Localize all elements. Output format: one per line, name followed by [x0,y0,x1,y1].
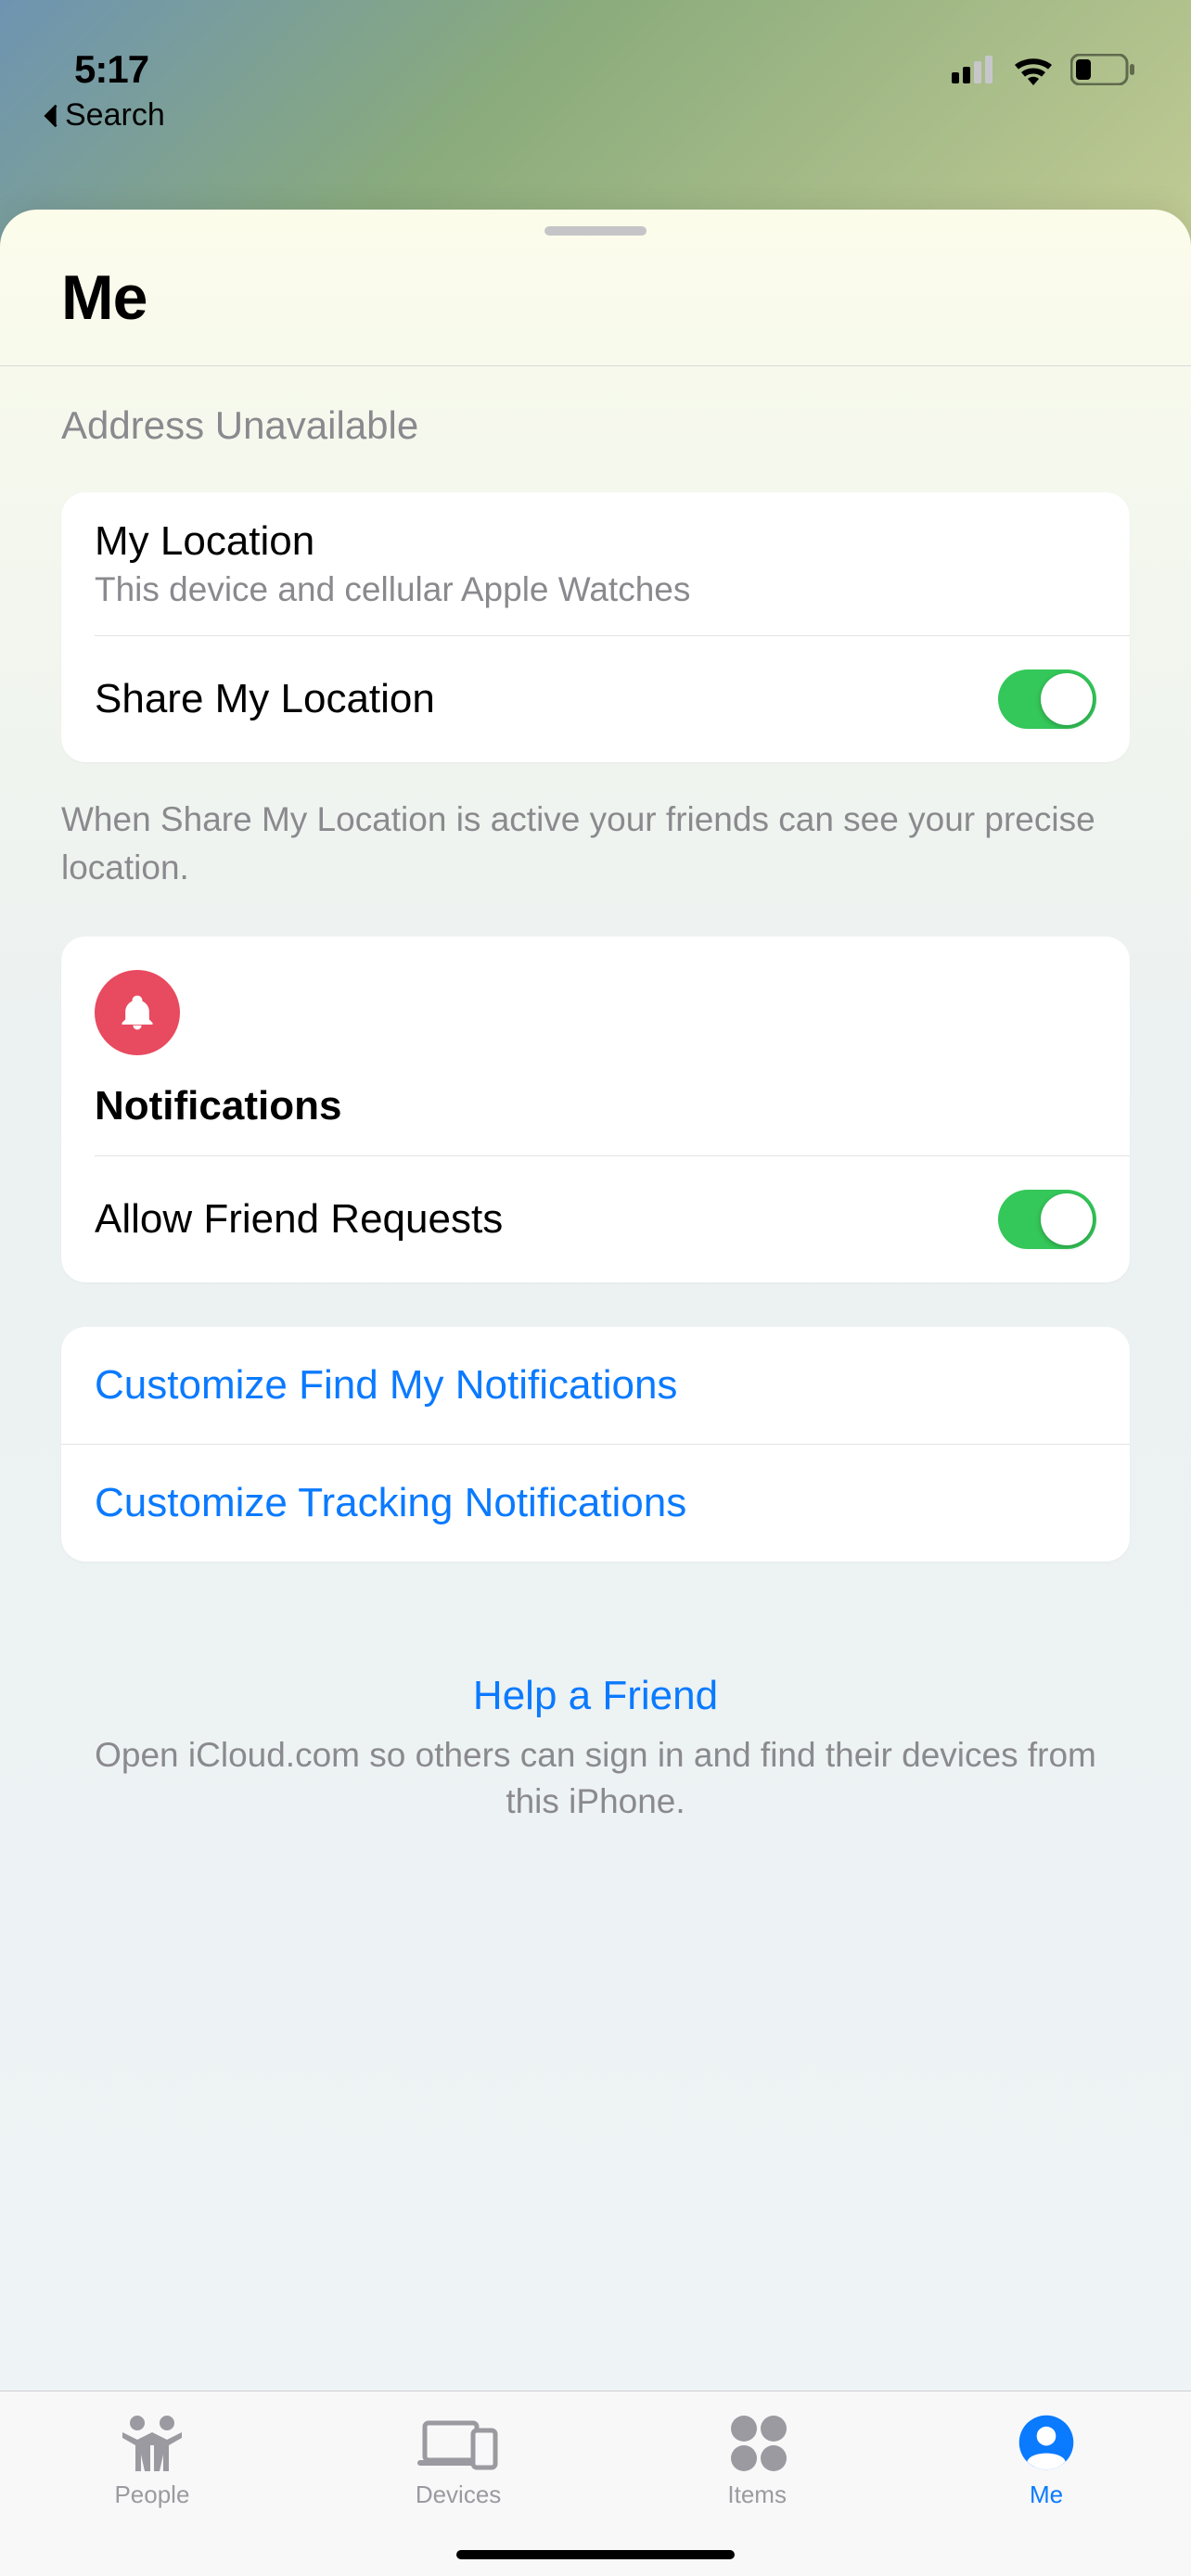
back-to-search[interactable]: Search [41,97,165,134]
chevron-left-icon [41,103,61,129]
customize-tracking-notifications[interactable]: Customize Tracking Notifications [61,1445,1130,1562]
tab-people[interactable]: People [111,2414,193,2509]
share-my-location-row: Share My Location [61,636,1130,762]
sheet-grabber[interactable] [544,226,647,236]
battery-icon [1070,54,1135,85]
help-a-friend-subtitle: Open iCloud.com so others can sign in an… [83,1732,1108,1825]
share-my-location-toggle[interactable] [998,670,1096,729]
home-indicator[interactable] [456,2550,735,2559]
header-divider [0,365,1191,366]
bell-icon [95,970,180,1055]
tab-people-label: People [114,2480,189,2509]
tab-me[interactable]: Me [1013,2414,1080,2509]
customize-links-card: Customize Find My Notifications Customiz… [61,1327,1130,1562]
notifications-card: Notifications Allow Friend Requests [61,937,1130,1282]
person-circle-icon [1013,2414,1080,2471]
tab-bar: People Devices Items Me [0,2391,1191,2576]
location-card: My Location This device and cellular App… [61,492,1130,762]
allow-friend-requests-label: Allow Friend Requests [95,1196,503,1243]
page-title: Me [61,261,1191,334]
people-icon [111,2414,193,2471]
back-label: Search [65,97,165,134]
cellular-signal-icon [952,56,996,83]
me-sheet: Me Address Unavailable My Location This … [0,210,1191,2576]
notifications-title: Notifications [95,1083,341,1129]
my-location-subtitle: This device and cellular Apple Watches [95,570,690,609]
tab-devices-label: Devices [416,2480,501,2509]
status-bar: 5:17 [0,0,1191,111]
tab-items[interactable]: Items [724,2414,790,2509]
devices-icon [417,2414,499,2471]
tab-devices[interactable]: Devices [416,2414,501,2509]
tab-items-label: Items [727,2480,787,2509]
my-location-title: My Location [95,518,314,565]
customize-find-my-notifications[interactable]: Customize Find My Notifications [61,1327,1130,1444]
notifications-header: Notifications [61,937,1130,1155]
share-location-footer: When Share My Location is active your fr… [61,796,1130,892]
items-icon [724,2414,790,2471]
tab-me-label: Me [1030,2480,1063,2509]
wifi-icon [1011,54,1056,85]
customize-tracking-label: Customize Tracking Notifications [95,1480,686,1525]
allow-friend-requests-row: Allow Friend Requests [61,1156,1130,1282]
allow-friend-requests-toggle[interactable] [998,1190,1096,1249]
my-location-row[interactable]: My Location This device and cellular App… [61,492,1130,635]
customize-find-my-label: Customize Find My Notifications [95,1362,677,1408]
share-my-location-label: Share My Location [95,676,435,722]
status-icons [952,54,1135,85]
status-time: 5:17 [74,47,148,92]
help-a-friend-block: Help a Friend Open iCloud.com so others … [0,1673,1191,1825]
help-a-friend-link[interactable]: Help a Friend [83,1673,1108,1719]
address-status: Address Unavailable [61,403,1191,448]
